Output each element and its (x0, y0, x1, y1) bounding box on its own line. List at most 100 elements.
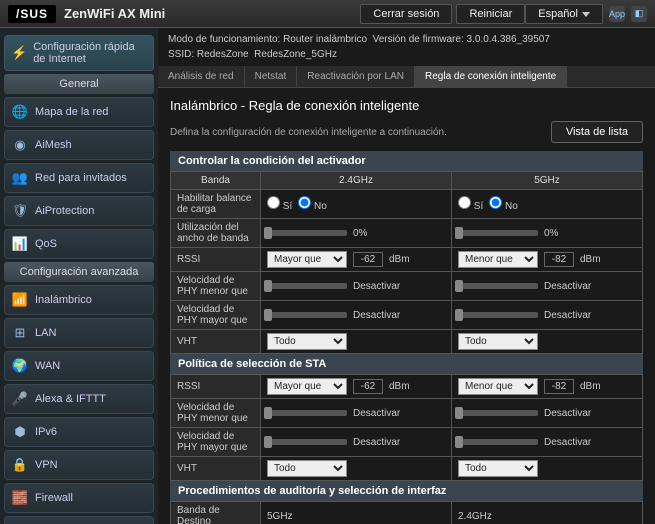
destband-label: Banda de Destino (171, 502, 261, 524)
sidebar-group-advanced: Configuración avanzada (4, 262, 154, 282)
firewall-icon: 🧱 (11, 489, 29, 507)
sidebar-item-wan[interactable]: 🌍 WAN (4, 351, 154, 381)
wizard-icon: ⚡ (11, 44, 27, 62)
sidebar-item-label: Red para invitados (35, 172, 127, 184)
wifi-icon: 📶 (11, 291, 29, 309)
sidebar-item-aiprotection[interactable]: 🛡 AiProtection (4, 196, 154, 226)
sidebar-item-label: AiProtection (35, 205, 94, 217)
sta-phyless24-slider[interactable] (267, 410, 347, 416)
row-vht-label: VHT (171, 330, 261, 354)
sta-phygreat24-slider[interactable] (267, 439, 347, 445)
sta-rssi24-op[interactable]: Mayor que (267, 378, 347, 395)
section-audit: Procedimientos de auditoría y selección … (170, 481, 643, 501)
sta-phygreat5-slider[interactable] (458, 439, 538, 445)
ssid1-link[interactable]: RedesZone (197, 49, 249, 60)
sta-vht5-select[interactable]: Todo (458, 460, 538, 477)
row-bwutil-label: Utilización del ancho de banda (171, 219, 261, 248)
sta-rssi24-val[interactable] (353, 379, 383, 394)
vpn-icon: 🔒 (11, 456, 29, 474)
sidebar-item-label: VPN (35, 459, 58, 471)
widget-icon[interactable]: ◧ (631, 6, 647, 22)
voice-icon: 🎤 (11, 390, 29, 408)
sidebar-item-admin[interactable]: ⚙Administración (4, 516, 154, 524)
sidebar-item-label: WAN (35, 360, 60, 372)
sidebar-item-label: IPv6 (35, 426, 57, 438)
trigger-table: Banda 2.4GHz 5GHz Habilitar balance de c… (170, 171, 643, 354)
loadbal5-yes[interactable]: Sí (458, 201, 483, 212)
chevron-down-icon (582, 12, 590, 17)
phygreat24-slider[interactable] (267, 312, 347, 318)
sidebar-item-label: Configuración rápida de Internet (33, 41, 147, 65)
bwutil24-slider[interactable] (267, 230, 347, 236)
sidebar-item-firewall[interactable]: 🧱 Firewall (4, 483, 154, 513)
col-5ghz: 5GHz (452, 172, 643, 190)
sidebar-item-vpn[interactable]: 🔒 VPN (4, 450, 154, 480)
sidebar-item-label: LAN (35, 327, 56, 339)
vht24-select[interactable]: Todo (267, 333, 347, 350)
sidebar-item-aimesh[interactable]: ◉AiMesh (4, 130, 154, 160)
wan-icon: 🌍 (11, 357, 29, 375)
tab-smartconnect[interactable]: Regla de conexión inteligente (415, 66, 567, 87)
sta-vht24-select[interactable]: Todo (267, 460, 347, 477)
sidebar-item-wireless[interactable]: 📶 Inalámbrico (4, 285, 154, 315)
sidebar-item-alexa[interactable]: 🎤Alexa & IFTTT (4, 384, 154, 414)
sidebar-group-general: General (4, 74, 154, 94)
loadbal5-no[interactable]: No (489, 201, 518, 212)
rssi24-val[interactable] (353, 252, 383, 267)
sta-phyless-label: Velocidad de PHY menor que (171, 399, 261, 428)
logout-button[interactable]: Cerrar sesión (360, 4, 452, 24)
loadbal24-yes[interactable]: Sí (267, 201, 292, 212)
sta-phyless5-slider[interactable] (458, 410, 538, 416)
main-content: Modo de funcionamiento: Router inalámbri… (158, 28, 655, 524)
phygreat5-slider[interactable] (458, 312, 538, 318)
app-icon[interactable]: App (609, 6, 625, 22)
info-ssid: SSID: RedesZone RedesZone_5GHz (168, 47, 645, 62)
sidebar-item-guest[interactable]: 👥Red para invitados (4, 163, 154, 193)
product-name: ZenWiFi AX Mini (64, 6, 356, 21)
bwutil5-slider[interactable] (458, 230, 538, 236)
sidebar-item-label: Inalámbrico (35, 294, 92, 306)
sidebar-quickstart[interactable]: ⚡ Configuración rápida de Internet (4, 35, 154, 71)
phyless24-slider[interactable] (267, 283, 347, 289)
sidebar-item-label: Mapa de la red (35, 106, 108, 118)
sidebar-item-label: AiMesh (35, 139, 72, 151)
rssi5-op[interactable]: Menor que (458, 251, 538, 268)
shield-icon: 🛡 (11, 202, 29, 220)
phygreat24-value: Desactivar (353, 310, 400, 321)
phyless5-slider[interactable] (458, 283, 538, 289)
sta-rssi5-op[interactable]: Menor que (458, 378, 538, 395)
fw-link[interactable]: 3.0.0.4.386_39507 (467, 34, 550, 45)
row-loadbal-label: Habilitar balance de carga (171, 190, 261, 219)
sidebar-item-qos[interactable]: 📊 QoS (4, 229, 154, 259)
gauge-icon: 📊 (11, 235, 29, 253)
info-mode: Modo de funcionamiento: Router inalámbri… (168, 32, 645, 47)
language-selector[interactable]: Español (525, 4, 603, 24)
sidebar-item-ipv6[interactable]: ⬢IPv6 (4, 417, 154, 447)
tab-netstat[interactable]: Netstat (245, 66, 298, 87)
sidebar-item-label: QoS (35, 238, 57, 250)
sidebar-item-networkmap[interactable]: 🌐 Mapa de la red (4, 97, 154, 127)
row-band-label: Banda (171, 172, 261, 190)
col-24ghz: 2.4GHz (261, 172, 452, 190)
ssid2-link[interactable]: RedesZone_5GHz (254, 49, 337, 60)
mode-link[interactable]: Router inalámbrico (283, 34, 367, 45)
row-phygreater-label: Velocidad de PHY mayor que (171, 301, 261, 330)
reboot-button[interactable]: Reiniciar (456, 4, 525, 24)
header-bar: /SUS ZenWiFi AX Mini Cerrar sesión Reini… (0, 0, 655, 28)
phyless24-value: Desactivar (353, 281, 400, 292)
row-phyless-label: Velocidad de PHY menor que (171, 272, 261, 301)
sta-table: RSSI Mayor quedBm Menor quedBm Velocidad… (170, 374, 643, 481)
sidebar: ⚡ Configuración rápida de Internet Gener… (0, 28, 158, 524)
listview-button[interactable]: Vista de lista (551, 121, 643, 143)
vht5-select[interactable]: Todo (458, 333, 538, 350)
sta-rssi5-val[interactable] (544, 379, 574, 394)
sidebar-item-label: Firewall (35, 492, 73, 504)
tab-wol[interactable]: Reactivación por LAN (297, 66, 415, 87)
loadbal24-no[interactable]: No (298, 201, 327, 212)
globe-icon: 🌐 (11, 103, 29, 121)
rssi24-op[interactable]: Mayor que (267, 251, 347, 268)
rssi5-val[interactable] (544, 252, 574, 267)
destband-24: 5GHz (261, 502, 452, 524)
sidebar-item-lan[interactable]: ⊞LAN (4, 318, 154, 348)
tab-analysis[interactable]: Análisis de red (158, 66, 245, 87)
